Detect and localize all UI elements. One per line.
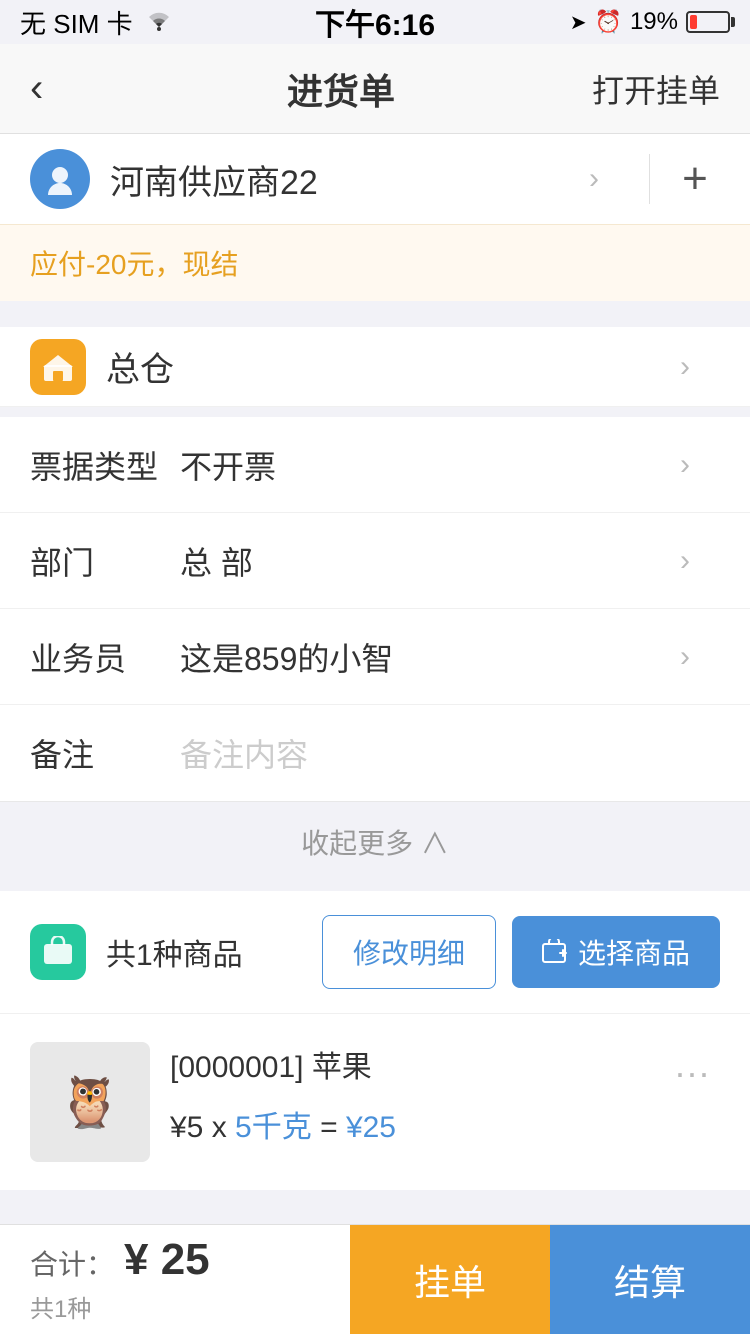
product-header: 共1种商品 修改明细 选择商品: [0, 891, 750, 1013]
open-hang-button[interactable]: 打开挂单: [592, 66, 720, 112]
product-more-button[interactable]: ···: [664, 1042, 720, 1104]
product-name: [0000001] 苹果: [170, 1042, 664, 1086]
ticket-chevron-icon: ›: [680, 448, 690, 482]
checkout-button[interactable]: 结算: [550, 1225, 750, 1334]
total-section: 合计： ¥ 25 共1种: [0, 1235, 350, 1324]
product-thumbnail: 🦉: [30, 1042, 150, 1162]
bottom-bar: 合计： ¥ 25 共1种 挂单 结算: [0, 1224, 750, 1334]
nav-bar: ‹ 进货单 打开挂单: [0, 44, 750, 134]
department-label: 部门: [30, 538, 170, 584]
product-count: 共1种商品: [106, 930, 322, 974]
add-supplier-button[interactable]: +: [670, 154, 720, 204]
department-value: 总 部: [170, 538, 680, 584]
product-info: [0000001] 苹果 ¥5 x 5千克 = ¥25: [170, 1042, 664, 1146]
salesperson-value: 这是859的小智: [170, 634, 680, 680]
ticket-type-value: 不开票: [170, 442, 680, 488]
select-product-button[interactable]: 选择商品: [512, 916, 720, 988]
status-bar: 无 SIM 卡 下午6:16 ➤ ⏰ 19%: [0, 0, 750, 44]
supplier-row[interactable]: 河南供应商22 › +: [0, 134, 750, 224]
product-default-icon: 🦉: [59, 1073, 121, 1132]
battery-label: 19%: [630, 8, 678, 36]
department-row[interactable]: 部门 总 部 ›: [0, 513, 750, 609]
product-item: 🦉 [0000001] 苹果 ¥5 x 5千克 = ¥25 ···: [0, 1013, 750, 1190]
content: 河南供应商22 › + 应付-20元，现结 总仓 › 票据类型 不开票 › 部门: [0, 134, 750, 1310]
supplier-divider: [649, 154, 650, 204]
back-button[interactable]: ‹: [30, 66, 90, 111]
status-time: 下午6:16: [315, 0, 435, 44]
status-right: ➤ ⏰ 19%: [570, 8, 730, 36]
location-icon: ➤: [570, 10, 587, 35]
battery-icon: [686, 11, 730, 33]
ticket-type-row[interactable]: 票据类型 不开票 ›: [0, 417, 750, 513]
warehouse-icon: [30, 339, 86, 395]
hang-button[interactable]: 挂单: [350, 1225, 550, 1334]
department-chevron-icon: ›: [680, 544, 690, 578]
warehouse-row[interactable]: 总仓 ›: [0, 317, 750, 407]
total-label: 合计：: [30, 1243, 114, 1283]
supplier-card: 河南供应商22 › + 应付-20元，现结: [0, 134, 750, 301]
product-header-icon: [30, 924, 86, 980]
remark-placeholder: 备注内容: [170, 730, 720, 776]
alarm-icon: ⏰: [595, 9, 622, 35]
form-section: 票据类型 不开票 › 部门 总 部 › 业务员 这是859的小智 › 备注 备注…: [0, 417, 750, 801]
total-sub: 共1种: [30, 1289, 320, 1324]
salesperson-label: 业务员: [30, 634, 170, 680]
total-amount: ¥ 25: [124, 1235, 210, 1285]
page-title: 进货单: [287, 63, 395, 115]
remark-label: 备注: [30, 730, 170, 776]
supplier-avatar: [30, 149, 90, 209]
salesperson-row[interactable]: 业务员 这是859的小智 ›: [0, 609, 750, 705]
collapse-label: 收起更多 ∧: [301, 822, 449, 862]
chevron-right-icon: ›: [589, 162, 599, 196]
warehouse-name: 总仓: [106, 342, 680, 391]
ticket-type-label: 票据类型: [30, 442, 170, 488]
carrier-label: 无 SIM 卡: [20, 4, 133, 41]
supplier-name: 河南供应商22: [110, 155, 589, 204]
edit-detail-button[interactable]: 修改明细: [322, 915, 496, 989]
collapse-bar[interactable]: 收起更多 ∧: [0, 801, 750, 881]
warehouse-chevron-icon: ›: [680, 350, 690, 384]
salesperson-chevron-icon: ›: [680, 640, 690, 674]
notice-bar: 应付-20元，现结: [0, 224, 750, 301]
status-left: 无 SIM 卡: [20, 4, 175, 41]
select-product-label: 选择商品: [578, 932, 690, 972]
wifi-icon: [143, 7, 175, 38]
notice-text: 应付-20元，现结: [30, 249, 238, 280]
product-price: ¥5 x 5千克 = ¥25: [170, 1102, 664, 1146]
remark-row[interactable]: 备注 备注内容: [0, 705, 750, 801]
